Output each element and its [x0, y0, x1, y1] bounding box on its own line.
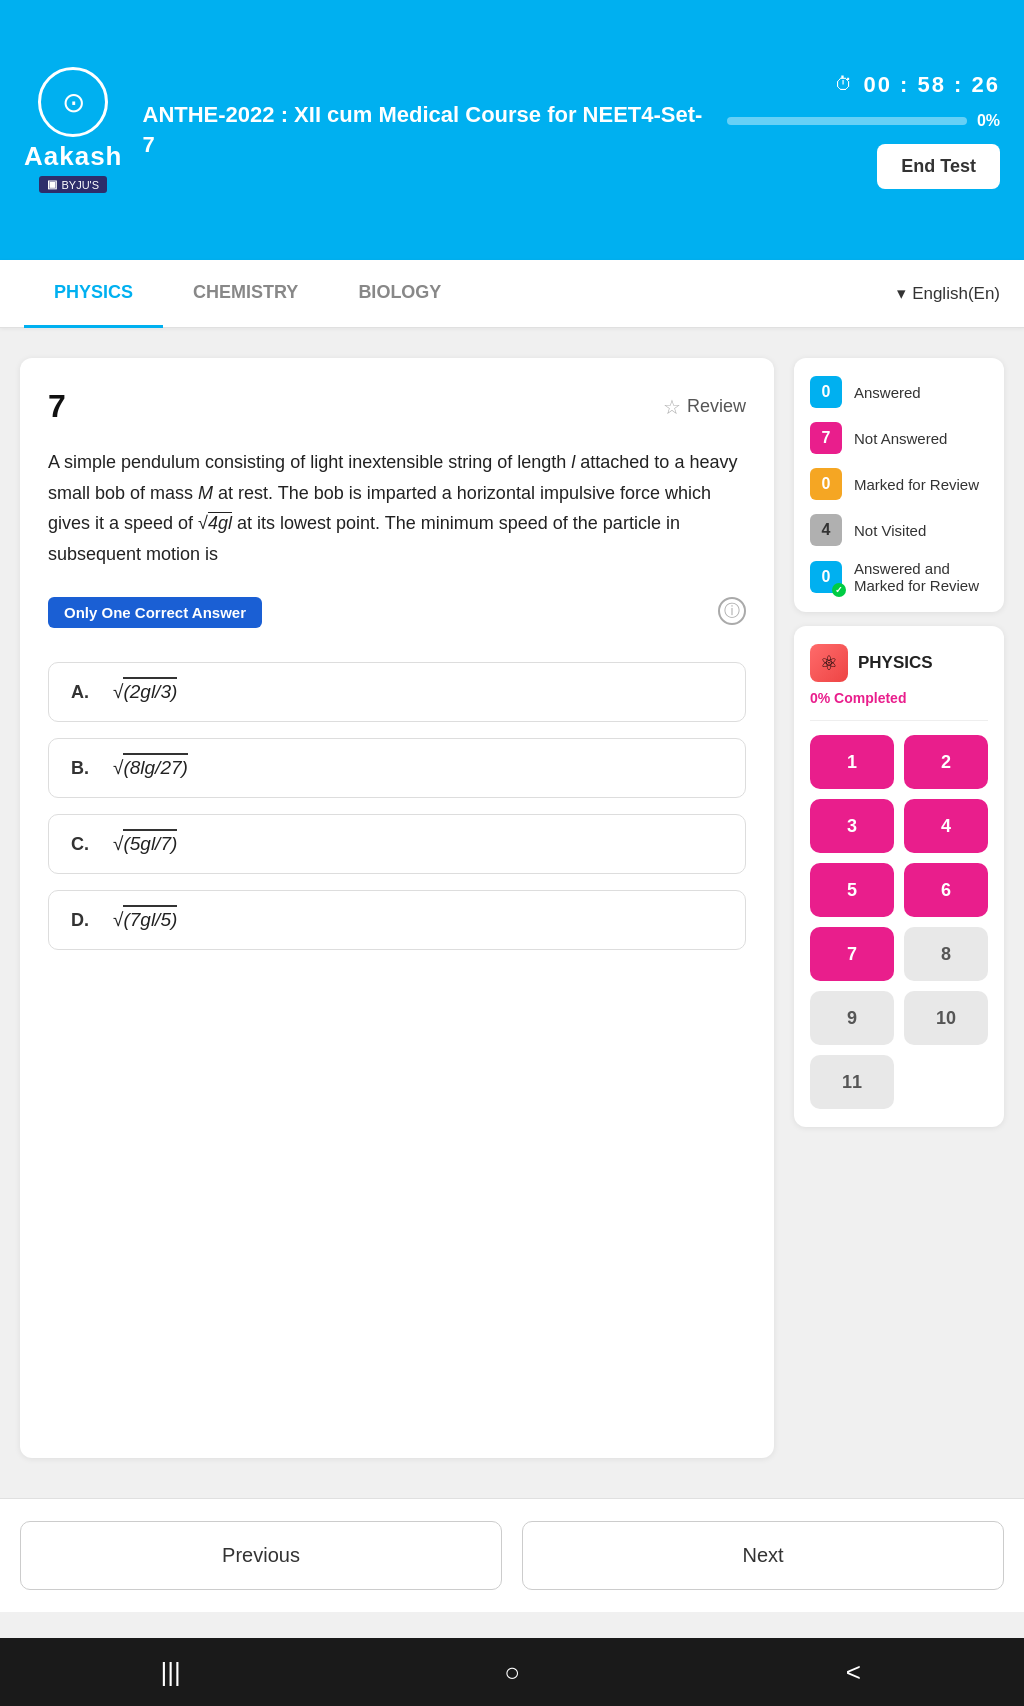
logo-area: ⊙ Aakash ▣ BYJU'S	[24, 67, 123, 193]
legend-card: 0 Answered 7 Not Answered 0 Marked for R…	[794, 358, 1004, 612]
option-d[interactable]: D. √(7gl/5)	[48, 890, 746, 950]
option-b-formula: √(8lg/27)	[113, 757, 188, 779]
star-icon: ☆	[663, 395, 681, 419]
question-num-11[interactable]: 11	[810, 1055, 894, 1109]
question-num-7[interactable]: 7	[810, 927, 894, 981]
subject-icon: ⚛	[810, 644, 848, 682]
bottom-nav-bar: ||| ○ <	[0, 1638, 1024, 1706]
not-answered-badge: 7	[810, 422, 842, 454]
not-visited-badge: 4	[810, 514, 842, 546]
question-number: 7	[48, 388, 66, 425]
question-num-1[interactable]: 1	[810, 735, 894, 789]
home-icon[interactable]: ○	[487, 1647, 537, 1697]
option-c[interactable]: C. √(5gl/7)	[48, 814, 746, 874]
legend-answered-marked: 0 Answered and Marked for Review	[810, 560, 988, 594]
next-button[interactable]: Next	[522, 1521, 1004, 1590]
option-b[interactable]: B. √(8lg/27)	[48, 738, 746, 798]
tab-physics[interactable]: PHYSICS	[24, 260, 163, 328]
tabs-bar: PHYSICS CHEMISTRY BIOLOGY ▾ English(En)	[0, 260, 1024, 328]
info-icon[interactable]: ⓘ	[718, 597, 746, 625]
header: ⊙ Aakash ▣ BYJU'S ANTHE-2022 : XII cum M…	[0, 0, 1024, 260]
previous-button[interactable]: Previous	[20, 1521, 502, 1590]
byju-text: BYJU'S	[61, 179, 99, 191]
tab-biology[interactable]: BIOLOGY	[328, 260, 471, 328]
aakash-brand-text: Aakash	[24, 141, 123, 172]
tab-chemistry[interactable]: CHEMISTRY	[163, 260, 328, 328]
progress-bar-bg	[727, 117, 967, 125]
number-grid: 1234567891011	[810, 735, 988, 1109]
right-panel: 0 Answered 7 Not Answered 0 Marked for R…	[794, 358, 1004, 1127]
answered-marked-label: Answered and Marked for Review	[854, 560, 988, 594]
review-button[interactable]: ☆ Review	[663, 395, 746, 419]
progress-row: 0%	[727, 112, 1000, 130]
chevron-down-icon: ▾	[897, 283, 906, 304]
language-dropdown[interactable]: ▾ English(En)	[897, 283, 1000, 304]
question-text: A simple pendulum consisting of light in…	[48, 447, 746, 569]
byju-badge: ▣ BYJU'S	[39, 176, 107, 193]
marked-review-badge: 0	[810, 468, 842, 500]
answer-type-row: Only One Correct Answer ⓘ	[48, 597, 746, 652]
timer-icon: ⏱	[835, 74, 853, 95]
subject-header: ⚛ PHYSICS	[810, 644, 988, 682]
main-content: 7 ☆ Review A simple pendulum consisting …	[0, 328, 1024, 1488]
legend-not-answered: 7 Not Answered	[810, 422, 988, 454]
logo-circle: ⊙	[38, 67, 108, 137]
question-num-3[interactable]: 3	[810, 799, 894, 853]
aakash-logo-icon: ⊙	[62, 86, 85, 119]
answered-badge: 0	[810, 376, 842, 408]
question-num-6[interactable]: 6	[904, 863, 988, 917]
header-right: ⏱ 00 : 58 : 26 0% End Test	[727, 72, 1000, 189]
question-panel: 7 ☆ Review A simple pendulum consisting …	[20, 358, 774, 1458]
test-title: ANTHE-2022 : XII cum Medical Course for …	[143, 100, 707, 159]
legend-marked-review: 0 Marked for Review	[810, 468, 988, 500]
option-d-formula: √(7gl/5)	[113, 909, 177, 931]
answered-marked-badge: 0	[810, 561, 842, 593]
not-answered-label: Not Answered	[854, 430, 947, 447]
subject-card: ⚛ PHYSICS 0% Completed 1234567891011	[794, 626, 1004, 1127]
byju-b-icon: ▣	[47, 178, 57, 191]
question-num-2[interactable]: 2	[904, 735, 988, 789]
legend-not-visited: 4 Not Visited	[810, 514, 988, 546]
divider	[810, 720, 988, 721]
language-label: English(En)	[912, 284, 1000, 304]
end-test-button[interactable]: End Test	[877, 144, 1000, 189]
option-b-label: B.	[71, 758, 97, 779]
legend-answered: 0 Answered	[810, 376, 988, 408]
progress-percentage: 0%	[977, 112, 1000, 130]
subject-name: PHYSICS	[858, 653, 933, 673]
question-num-4[interactable]: 4	[904, 799, 988, 853]
question-num-8[interactable]: 8	[904, 927, 988, 981]
marked-review-label: Marked for Review	[854, 476, 979, 493]
question-num-10[interactable]: 10	[904, 991, 988, 1045]
answered-label: Answered	[854, 384, 921, 401]
option-a-label: A.	[71, 682, 97, 703]
timer-display: 00 : 58 : 26	[863, 72, 1000, 98]
option-d-label: D.	[71, 910, 97, 931]
nav-buttons: Previous Next	[0, 1498, 1024, 1612]
option-a[interactable]: A. √(2gl/3)	[48, 662, 746, 722]
question-num-5[interactable]: 5	[810, 863, 894, 917]
not-visited-label: Not Visited	[854, 522, 926, 539]
answer-type-badge: Only One Correct Answer	[48, 597, 262, 628]
option-a-formula: √(2gl/3)	[113, 681, 177, 703]
options-list: A. √(2gl/3) B. √(8lg/27) C. √(5gl/7) D.	[48, 662, 746, 950]
review-label: Review	[687, 396, 746, 417]
question-num-9[interactable]: 9	[810, 991, 894, 1045]
recent-apps-icon[interactable]: |||	[146, 1647, 196, 1697]
option-c-formula: √(5gl/7)	[113, 833, 177, 855]
completed-percentage: 0% Completed	[810, 690, 988, 706]
question-header: 7 ☆ Review	[48, 388, 746, 425]
timer-row: ⏱ 00 : 58 : 26	[835, 72, 1000, 98]
back-icon[interactable]: <	[828, 1647, 878, 1697]
option-c-label: C.	[71, 834, 97, 855]
